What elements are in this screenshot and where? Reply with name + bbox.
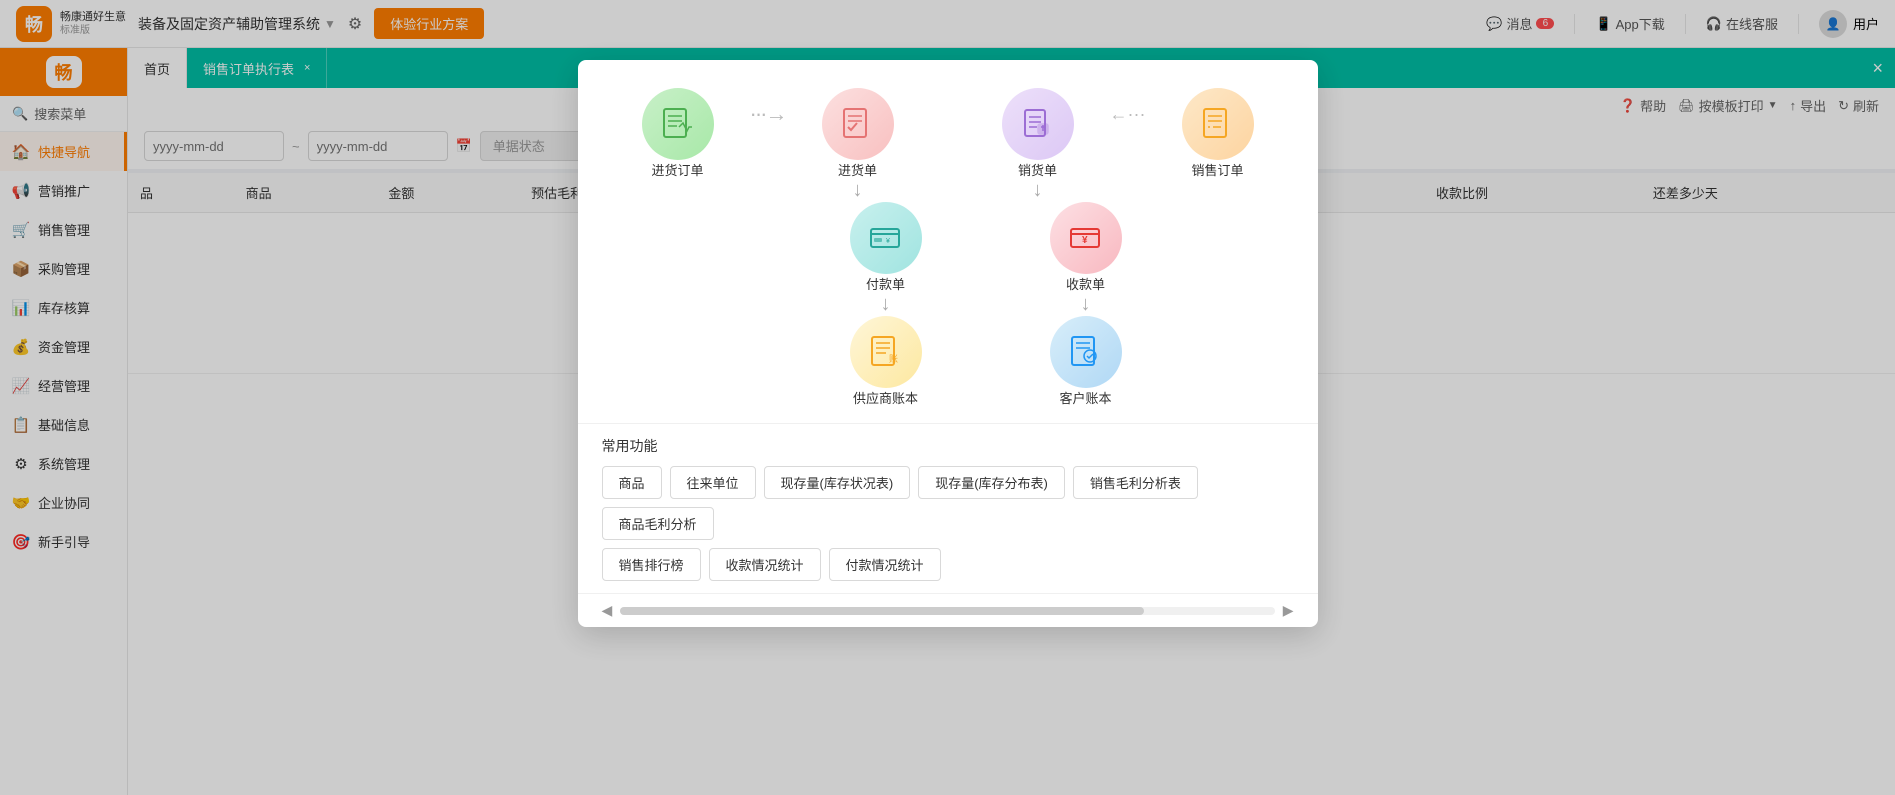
svg-text:账: 账 xyxy=(889,354,898,364)
scroll-left-arrow[interactable]: ◀ xyxy=(602,602,613,619)
sales-bill-label: 销货单 xyxy=(1018,160,1057,179)
common-btn-partner[interactable]: 往来单位 xyxy=(670,466,756,499)
flow-arrows-down-row2: ↓ ↓ xyxy=(606,293,1290,316)
collection-circle[interactable]: ¥ xyxy=(1050,202,1122,274)
arrow-down-sales: ↓ xyxy=(966,179,1110,202)
purchase-order-circle[interactable] xyxy=(642,88,714,160)
modal-overlay[interactable]: 进货订单 ···→ 进货单 xyxy=(0,0,1895,795)
common-btn-stock-status[interactable]: 现存量(库存状况表) xyxy=(764,466,911,499)
arrow-sales-order-to-bill: ←··· xyxy=(1110,88,1146,160)
common-btn-payment-stats[interactable]: 付款情况统计 xyxy=(829,548,941,581)
supplier-circle[interactable]: 账 xyxy=(850,316,922,388)
common-btn-stock-dist[interactable]: 现存量(库存分布表) xyxy=(918,466,1065,499)
common-btn-product[interactable]: 商品 xyxy=(602,466,662,499)
customer-circle[interactable] xyxy=(1050,316,1122,388)
common-title: 常用功能 xyxy=(602,436,1294,456)
purchase-bill-label: 进货单 xyxy=(838,160,877,179)
purchase-bill-circle[interactable] xyxy=(822,88,894,160)
scroll-thumb xyxy=(620,607,1144,615)
customer-account-label: 客户账本 xyxy=(1059,388,1111,407)
common-buttons-row1: 商品 往来单位 现存量(库存状况表) 现存量(库存分布表) 销售毛利分析表 商品… xyxy=(602,466,1294,540)
arrow-down-payment: ↓ xyxy=(806,293,966,316)
flow-row-3: 账 供应商账本 xyxy=(606,316,1290,407)
quick-nav-modal: 进货订单 ···→ 进货单 xyxy=(578,60,1318,627)
common-btn-collection-stats[interactable]: 收款情况统计 xyxy=(709,548,821,581)
common-btn-sales-profit[interactable]: 销售毛利分析表 xyxy=(1073,466,1198,499)
common-buttons-row2: 销售排行榜 收款情况统计 付款情况统计 xyxy=(602,548,1294,581)
arrow-down-purchase: ↓ xyxy=(786,179,930,202)
flow-arrows-down-row: ↓ ↓ xyxy=(606,179,1290,202)
svg-text:¥: ¥ xyxy=(1082,235,1088,246)
flow-node-collection: ¥ 收款单 xyxy=(1006,202,1166,293)
arrow-purchase-to-bill: ···→ xyxy=(750,88,786,160)
flow-node-sales-bill: 销货单 xyxy=(966,88,1110,179)
scroll-right-arrow[interactable]: ▶ xyxy=(1283,602,1294,619)
flow-node-payment: ¥ 付款单 xyxy=(806,202,966,293)
flow-node-customer-account: 客户账本 xyxy=(1006,316,1166,407)
sales-order-circle[interactable] xyxy=(1182,88,1254,160)
arrow-down-collection: ↓ xyxy=(1006,293,1166,316)
flow-row-1: 进货订单 ···→ 进货单 xyxy=(606,88,1290,179)
flow-node-sales-order: 销售订单 xyxy=(1146,88,1290,179)
flow-section: 进货订单 ···→ 进货单 xyxy=(578,60,1318,407)
payment-circle[interactable]: ¥ xyxy=(850,202,922,274)
payment-label: 付款单 xyxy=(866,274,905,293)
flow-node-supplier-account: 账 供应商账本 xyxy=(806,316,966,407)
flow-node-purchase-order: 进货订单 xyxy=(606,88,750,179)
sales-order-label: 销售订单 xyxy=(1191,160,1243,179)
flow-node-purchase-bill: 进货单 xyxy=(786,88,930,179)
flow-row-2: ¥ 付款单 ¥ 收款单 xyxy=(606,202,1290,293)
modal-scrollbar[interactable]: ◀ ▶ xyxy=(578,593,1318,627)
svg-text:¥: ¥ xyxy=(886,238,890,245)
supplier-account-label: 供应商账本 xyxy=(853,388,918,407)
scroll-track[interactable] xyxy=(620,607,1274,615)
common-btn-product-profit[interactable]: 商品毛利分析 xyxy=(602,507,714,540)
purchase-order-label: 进货订单 xyxy=(651,160,703,179)
common-functions-section: 常用功能 商品 往来单位 现存量(库存状况表) 现存量(库存分布表) 销售毛利分… xyxy=(578,424,1318,593)
sales-bill-circle[interactable] xyxy=(1002,88,1074,160)
collection-label: 收款单 xyxy=(1066,274,1105,293)
common-btn-sales-rank[interactable]: 销售排行榜 xyxy=(602,548,701,581)
